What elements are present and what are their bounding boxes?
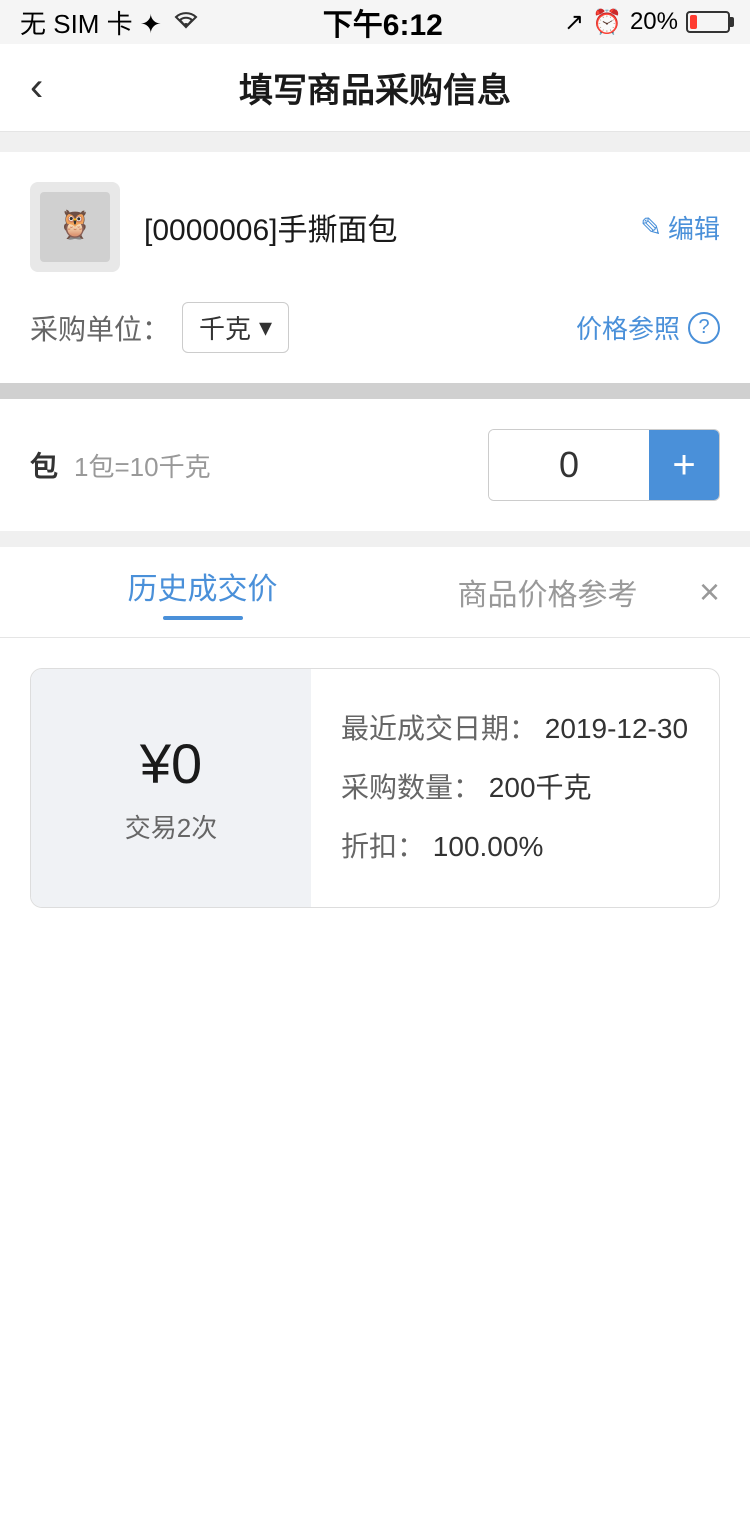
tab-close-button[interactable]: × <box>699 571 720 613</box>
battery-percent: 20% <box>630 8 678 36</box>
edit-icon: ✎ <box>640 212 662 243</box>
location-icon: ↗ <box>564 8 584 37</box>
status-left: 无 SIM 卡 ✦ <box>20 4 202 41</box>
price-ref-button[interactable]: 价格参照 ? <box>576 309 720 346</box>
nav-bar: ‹ 填写商品采购信息 <box>0 44 750 132</box>
product-thumbnail: 🦉 <box>30 182 120 272</box>
unit-icon-label: 包 <box>30 445 58 485</box>
empty-content-area <box>0 938 750 1538</box>
edit-button[interactable]: ✎ 编辑 <box>640 209 720 246</box>
purchase-qty-label: 采购数量： <box>341 772 481 803</box>
history-price-value: ¥0 <box>140 731 202 796</box>
back-button[interactable]: ‹ <box>30 65 43 110</box>
tab-product-price[interactable]: 商品价格参考 <box>375 547 720 637</box>
discount-label: 折扣： <box>341 831 425 862</box>
page-title: 填写商品采购信息 <box>239 63 511 112</box>
quantity-plus-button[interactable]: + <box>649 430 719 500</box>
product-name: [0000006]手撕面包 <box>144 205 397 249</box>
history-details-panel: 最近成交日期： 2019-12-30 采购数量： 200千克 折扣： 100.0… <box>311 669 719 907</box>
discount-value: 100.00% <box>433 831 544 862</box>
quantity-row: 包 1包=10千克 + <box>0 399 750 531</box>
status-bar: 无 SIM 卡 ✦ 下午6:12 ↗ ⏰ 20% <box>0 0 750 44</box>
unit-conversion: 1包=10千克 <box>74 447 211 484</box>
quantity-input[interactable] <box>489 430 649 500</box>
unit-dropdown[interactable]: 千克 ▾ <box>182 302 289 353</box>
tab-product-price-label: 商品价格参考 <box>458 570 638 614</box>
section-divider <box>0 383 750 399</box>
battery-icon <box>686 11 730 33</box>
recent-date-value: 2019-12-30 <box>545 713 688 744</box>
alarm-icon: ⏰ <box>592 8 622 37</box>
history-price-panel: ¥0 交易2次 <box>31 669 311 907</box>
sim-label: 无 SIM 卡 ✦ <box>20 4 162 41</box>
product-card: 🦉 [0000006]手撕面包 ✎ 编辑 采购单位： 千克 ▾ 价格参照 ? <box>0 152 750 383</box>
history-card: ¥0 交易2次 最近成交日期： 2019-12-30 采购数量： 200千克 折… <box>30 668 720 908</box>
quantity-controls: + <box>488 429 720 501</box>
price-ref-label: 价格参照 <box>576 309 680 346</box>
edit-label: 编辑 <box>668 209 720 246</box>
bottom-panel: 历史成交价 商品价格参考 × ¥0 交易2次 最近成交日期： 2019-12-3… <box>0 547 750 1538</box>
product-header: 🦉 [0000006]手撕面包 ✎ 编辑 <box>30 182 720 272</box>
tab-bar: 历史成交价 商品价格参考 × <box>0 547 750 638</box>
recent-date-label: 最近成交日期： <box>341 713 537 744</box>
status-time: 下午6:12 <box>323 0 443 44</box>
history-transaction-count: 交易2次 <box>125 808 217 845</box>
unit-selector-group: 采购单位： 千克 ▾ <box>30 302 289 353</box>
unit-label: 采购单位： <box>30 308 170 348</box>
discount-row: 折扣： 100.00% <box>341 827 689 866</box>
info-icon: ? <box>688 312 720 344</box>
status-right: ↗ ⏰ 20% <box>564 8 730 37</box>
svg-text:🦉: 🦉 <box>58 209 93 241</box>
unit-info: 包 1包=10千克 <box>30 445 211 485</box>
unit-value: 千克 <box>199 309 251 346</box>
product-left: 🦉 [0000006]手撕面包 <box>30 182 397 272</box>
purchase-qty-value: 200千克 <box>489 772 592 803</box>
purchase-qty-row: 采购数量： 200千克 <box>341 768 689 807</box>
back-icon: ‹ <box>30 65 43 110</box>
recent-date-row: 最近成交日期： 2019-12-30 <box>341 709 689 748</box>
product-unit-row: 采购单位： 千克 ▾ 价格参照 ? <box>30 302 720 353</box>
tab-history[interactable]: 历史成交价 <box>30 547 375 637</box>
wifi-icon <box>170 7 202 38</box>
tab-active-indicator <box>163 616 243 620</box>
dropdown-arrow-icon: ▾ <box>259 312 272 343</box>
history-section: ¥0 交易2次 最近成交日期： 2019-12-30 采购数量： 200千克 折… <box>0 638 750 938</box>
tab-history-label: 历史成交价 <box>128 564 278 608</box>
